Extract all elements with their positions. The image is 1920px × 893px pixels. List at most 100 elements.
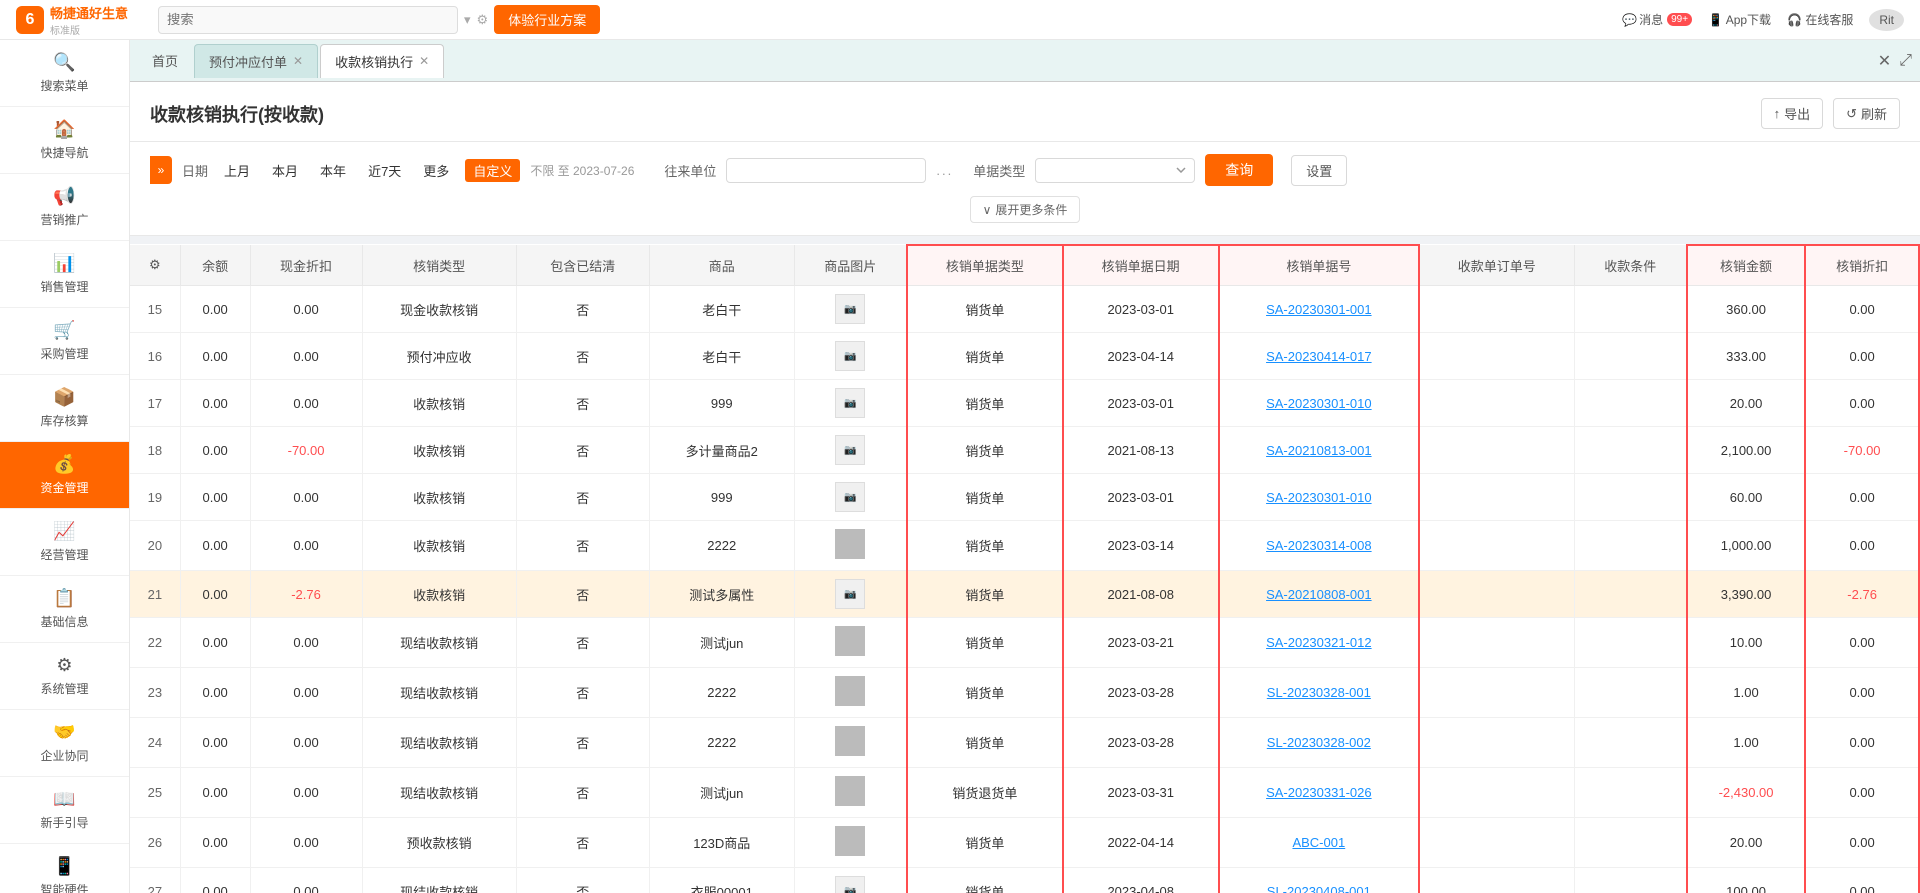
sidebar-item-label: 营销推广 xyxy=(40,211,88,228)
col-header-商品图片: 商品图片 xyxy=(794,245,907,286)
cell-核销单据日期: 2023-04-08 xyxy=(1063,868,1219,893)
tab-home[interactable]: 首页 xyxy=(138,44,192,78)
cell-核销单据日期: 2022-04-14 xyxy=(1063,818,1219,868)
table-row: 210.00-2.76收款核销否测试多属性📷销货单2021-08-08SA-20… xyxy=(130,571,1919,618)
tab-预付冲应付单[interactable]: 预付冲应付单 ✕ xyxy=(194,44,318,78)
dropdown-icon[interactable]: ▾ xyxy=(464,12,471,28)
bill-no-link[interactable]: SA-20230321-012 xyxy=(1266,635,1372,650)
top-bar: 6 畅捷通好生意 标准版 ▾ ⚙ 体验行业方案 💬 消息 99+ 📱 App下载… xyxy=(0,0,1920,40)
bill-no-link[interactable]: ABC-001 xyxy=(1292,835,1345,850)
cell-收款条件 xyxy=(1574,521,1687,571)
sidebar-item-企业协同[interactable]: 🤝 企业协同 xyxy=(0,710,129,777)
tab-close-icon[interactable]: ✕ xyxy=(419,54,429,68)
date-7days[interactable]: 近7天 xyxy=(362,159,407,182)
sidebar-icon: 🤝 xyxy=(53,722,75,743)
cell-包含已结清: 否 xyxy=(516,333,649,380)
online-service-btn[interactable]: 🎧 在线客服 xyxy=(1787,11,1853,28)
cell-核销单据号: SA-20210808-001 xyxy=(1219,571,1419,618)
sidebar-item-新手引导[interactable]: 📖 新手引导 xyxy=(0,777,129,844)
cell-核销折扣: 0.00 xyxy=(1805,718,1919,768)
table-row: 160.000.00预付冲应收否老白干📷销货单2023-04-14SA-2023… xyxy=(130,333,1919,380)
sidebar-item-库存核算[interactable]: 📦 库存核算 xyxy=(0,375,129,442)
date-last-month[interactable]: 上月 xyxy=(218,159,256,182)
expand-conditions-button[interactable]: ∨ 展开更多条件 xyxy=(970,196,1081,223)
cell-index: 15 xyxy=(130,286,180,333)
table-row: 170.000.00收款核销否999📷销货单2023-03-01SA-20230… xyxy=(130,380,1919,427)
sidebar-item-智能硬件[interactable]: 📱 智能硬件 xyxy=(0,844,129,893)
col-header-index: ⚙ xyxy=(130,245,180,286)
sidebar-item-资金管理[interactable]: 💰 资金管理 xyxy=(0,442,129,509)
cell-余额: 0.00 xyxy=(180,718,250,768)
bill-type-select[interactable] xyxy=(1035,158,1195,183)
cell-核销单据日期: 2023-03-01 xyxy=(1063,286,1219,333)
bill-no-link[interactable]: SA-20230331-026 xyxy=(1266,785,1372,800)
tab-收款核销执行[interactable]: 收款核销执行 ✕ xyxy=(320,44,444,78)
cell-核销折扣: -2.76 xyxy=(1805,571,1919,618)
sidebar-item-经营管理[interactable]: 📈 经营管理 xyxy=(0,509,129,576)
date-this-year[interactable]: 本年 xyxy=(314,159,352,182)
cell-余额: 0.00 xyxy=(180,286,250,333)
cell-核销单据类型: 销货单 xyxy=(907,668,1063,718)
date-this-month[interactable]: 本月 xyxy=(266,159,304,182)
bill-no-link[interactable]: SA-20230414-017 xyxy=(1266,349,1372,364)
bill-no-link[interactable]: SA-20210808-001 xyxy=(1266,587,1372,602)
bill-no-link[interactable]: SA-20230301-001 xyxy=(1266,302,1372,317)
cell-商品图片: 📷 xyxy=(794,427,907,474)
cell-核销金额: 360.00 xyxy=(1687,286,1805,333)
bill-no-link[interactable]: SA-20210813-001 xyxy=(1266,443,1372,458)
setting-button[interactable]: 设置 xyxy=(1291,155,1347,186)
cell-核销单据日期: 2023-03-21 xyxy=(1063,618,1219,668)
settings-icon[interactable]: ⚙ xyxy=(477,12,489,28)
cell-商品: 测试jun xyxy=(649,618,794,668)
cell-核销单据类型: 销货单 xyxy=(907,868,1063,893)
bill-no-link[interactable]: SL-20230328-001 xyxy=(1267,685,1371,700)
table-row: 260.000.00预收款核销否123D商品销货单2022-04-14ABC-0… xyxy=(130,818,1919,868)
sidebar-item-系统管理[interactable]: ⚙ 系统管理 xyxy=(0,643,129,710)
sidebar-item-采购管理[interactable]: 🛒 采购管理 xyxy=(0,308,129,375)
cell-收款条件 xyxy=(1574,571,1687,618)
refresh-button[interactable]: ↺ 刷新 xyxy=(1833,98,1900,129)
search-input[interactable] xyxy=(158,6,458,34)
filter-toggle-button[interactable]: » xyxy=(150,156,172,184)
table-row: 230.000.00现结收款核销否2222销货单2023-03-28SL-202… xyxy=(130,668,1919,718)
cell-商品图片: 📷 xyxy=(794,571,907,618)
date-more[interactable]: 更多 xyxy=(417,159,455,182)
expand-tab-icon[interactable]: ⤢ xyxy=(1899,52,1912,70)
query-button[interactable]: 查询 xyxy=(1205,154,1273,186)
cell-核销单据类型: 销货单 xyxy=(907,618,1063,668)
solution-button[interactable]: 体验行业方案 xyxy=(494,5,600,34)
from-unit-input[interactable] xyxy=(726,158,926,183)
sidebar-item-快捷导航[interactable]: 🏠 快捷导航 xyxy=(0,107,129,174)
bill-no-link[interactable]: SA-20230301-010 xyxy=(1266,490,1372,505)
cell-核销折扣: -70.00 xyxy=(1805,427,1919,474)
product-image-thumbnail xyxy=(835,529,865,559)
sidebar-item-基础信息[interactable]: 📋 基础信息 xyxy=(0,576,129,643)
sidebar-item-搜索菜单[interactable]: 🔍 搜索菜单 xyxy=(0,40,129,107)
cell-index: 25 xyxy=(130,768,180,818)
cell-核销金额: 20.00 xyxy=(1687,380,1805,427)
col-header-核销金额: 核销金额 xyxy=(1687,245,1805,286)
app-download-btn[interactable]: 📱 App下载 xyxy=(1708,11,1771,28)
export-button[interactable]: ↑ 导出 xyxy=(1761,98,1824,129)
cell-核销单据类型: 销货单 xyxy=(907,818,1063,868)
sidebar-item-销售管理[interactable]: 📊 销售管理 xyxy=(0,241,129,308)
bill-no-link[interactable]: SL-20230328-002 xyxy=(1267,735,1371,750)
sidebar-item-营销推广[interactable]: 📢 营销推广 xyxy=(0,174,129,241)
date-custom[interactable]: 自定义 xyxy=(465,159,520,182)
product-image-placeholder: 📷 xyxy=(835,579,865,609)
close-tab-icon[interactable]: ✕ xyxy=(1878,51,1891,71)
cell-核销类型: 现结收款核销 xyxy=(362,768,516,818)
message-icon-btn[interactable]: 💬 消息 99+ xyxy=(1622,11,1692,28)
cell-商品图片: 📷 xyxy=(794,868,907,893)
bill-no-link[interactable]: SA-20230314-008 xyxy=(1266,538,1372,553)
bill-no-link[interactable]: SL-20230408-001 xyxy=(1267,884,1371,893)
tab-label: 预付冲应付单 xyxy=(209,52,287,71)
user-avatar[interactable]: Rit xyxy=(1869,9,1904,31)
cell-核销类型: 现金收款核销 xyxy=(362,286,516,333)
tab-close-icon[interactable]: ✕ xyxy=(293,54,303,68)
cell-核销单据类型: 销货单 xyxy=(907,521,1063,571)
cell-核销单据类型: 销货单 xyxy=(907,286,1063,333)
table-row: 220.000.00现结收款核销否测试jun销货单2023-03-21SA-20… xyxy=(130,618,1919,668)
gear-icon[interactable]: ⚙ xyxy=(149,257,161,272)
bill-no-link[interactable]: SA-20230301-010 xyxy=(1266,396,1372,411)
